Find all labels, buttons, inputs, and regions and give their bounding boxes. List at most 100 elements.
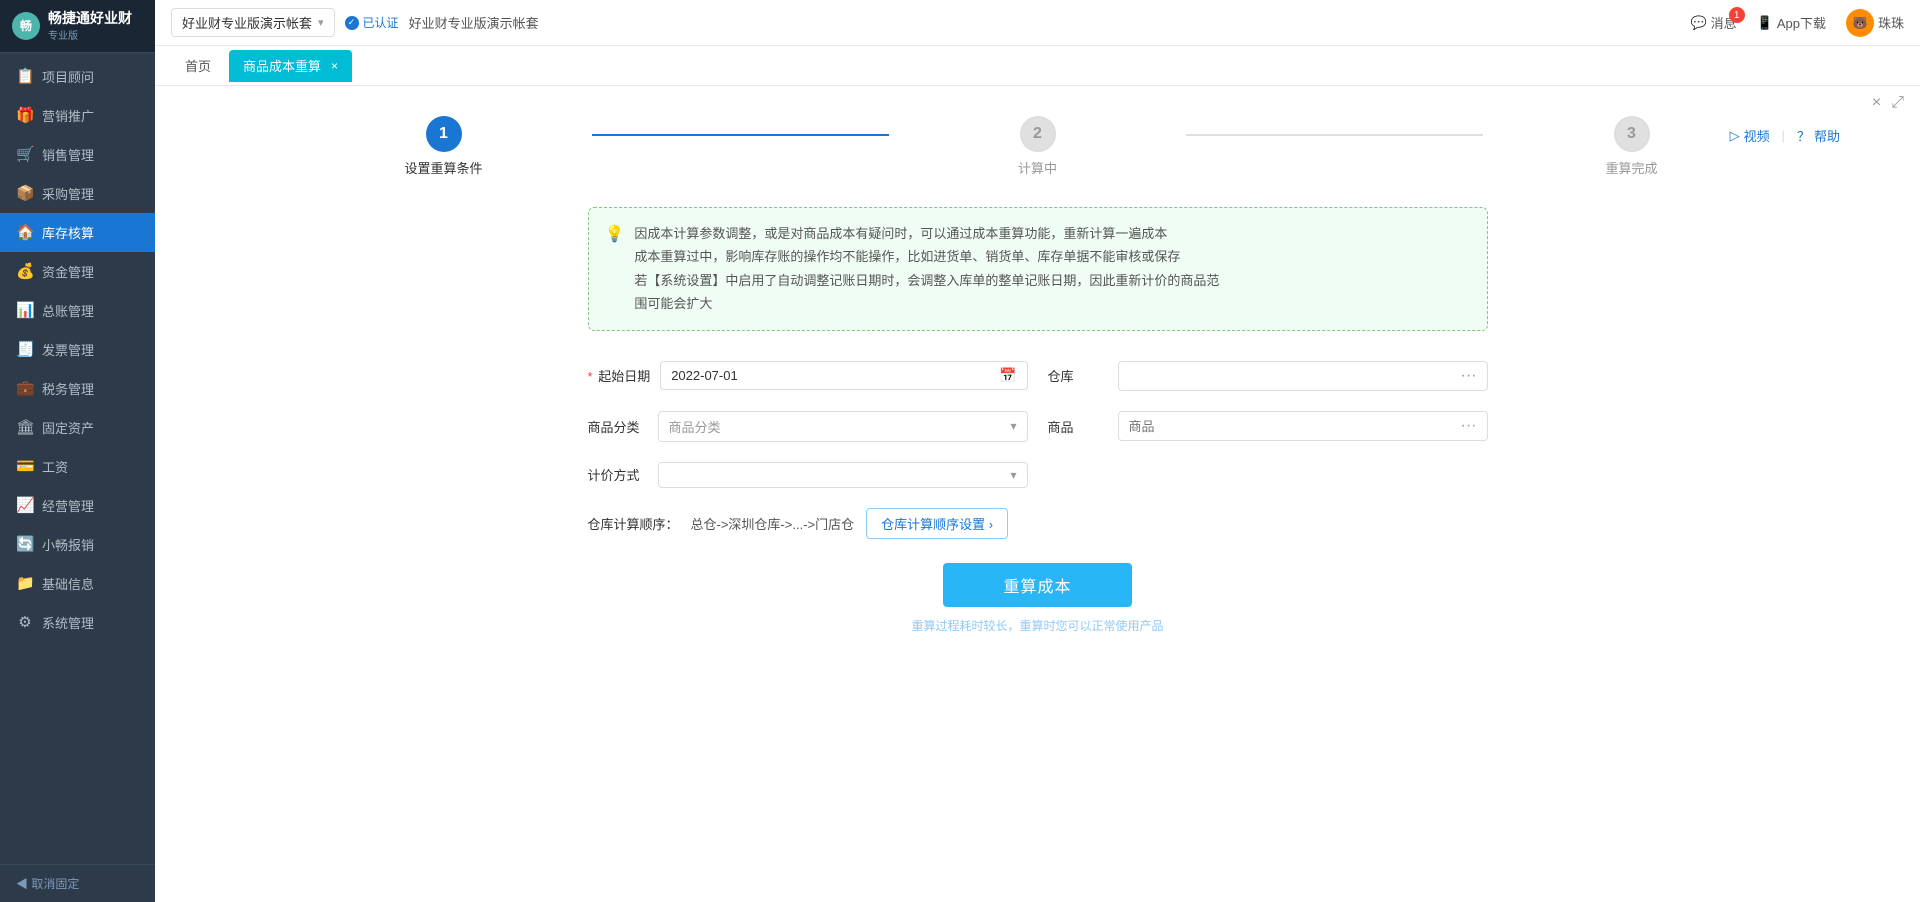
- user-menu[interactable]: 🐻 珠珠: [1846, 9, 1904, 37]
- sidebar-item-accounting[interactable]: 📊 总账管理: [0, 291, 155, 330]
- step-1-label: 设置重算条件: [404, 158, 482, 177]
- recalc-button[interactable]: 重算成本: [943, 563, 1131, 607]
- pricing-chevron-icon: ▾: [1010, 468, 1016, 482]
- sidebar-item-label: 资金管理: [42, 262, 94, 281]
- sidebar-item-assets[interactable]: 🏛 固定资产: [0, 408, 155, 447]
- start-date-label: * 起始日期: [588, 366, 651, 385]
- tab-recalc[interactable]: 商品成本重算 ×: [229, 50, 352, 82]
- category-group: 商品分类 商品分类 ▾: [588, 411, 1028, 442]
- topbar: 好业财专业版演示帐套 ▾ ✓ 已认证 好业财专业版演示帐套 💬 消息 1 📱 A…: [155, 0, 1920, 46]
- form-area: * 起始日期 📅 仓库 ···: [588, 361, 1488, 634]
- phone-icon: 📱: [1757, 15, 1773, 31]
- form-row-1: * 起始日期 📅 仓库 ···: [588, 361, 1488, 391]
- inventory-icon: 🏠: [16, 223, 34, 241]
- company-name: 好业财专业版演示帐套: [409, 13, 539, 32]
- sidebar: 畅 畅捷通好业财 专业版 📋 项目顾问 🎁 营销推广 🛒 销售管理 📦 采购管理…: [0, 0, 155, 902]
- sidebar-item-label: 项目顾问: [42, 67, 94, 86]
- form-row-2: 商品分类 商品分类 ▾ 商品 ···: [588, 411, 1488, 442]
- calc-order-value: 总仓->深圳仓库->...->门店仓: [691, 514, 855, 533]
- app-logo: 畅: [12, 12, 40, 40]
- app-name: 畅捷通好业财: [48, 10, 132, 27]
- user-name: 珠珠: [1878, 13, 1904, 32]
- sales-icon: 🛒: [16, 145, 34, 163]
- step-3-circle: 3: [1614, 116, 1650, 152]
- marketing-icon: 🎁: [16, 106, 34, 124]
- message-button[interactable]: 💬 消息 1: [1690, 13, 1736, 32]
- calc-order-settings-button[interactable]: 仓库计算顺序设置 ›: [866, 508, 1008, 539]
- verified-icon: ✓: [345, 16, 359, 30]
- category-select[interactable]: 商品分类 ▾: [658, 411, 1028, 442]
- category-placeholder: 商品分类: [669, 417, 1005, 436]
- info-line-1: 因成本计算参数调整，或是对商品成本有疑问时，可以通过成本重算功能，重新计算一遍成…: [634, 222, 1219, 245]
- step-3-label: 重算完成: [1605, 158, 1657, 177]
- pricing-select[interactable]: ▾: [658, 462, 1028, 488]
- sidebar-item-tax[interactable]: 💼 税务管理: [0, 369, 155, 408]
- start-date-input-wrap[interactable]: 📅: [660, 361, 1027, 390]
- window-expand-icon[interactable]: ⤢: [1891, 94, 1904, 112]
- start-date-input[interactable]: [671, 368, 993, 383]
- help-link[interactable]: ？ 帮助: [1797, 126, 1840, 145]
- tab-home-label: 首页: [185, 56, 211, 75]
- sidebar-item-invoice[interactable]: 🧾 发票管理: [0, 330, 155, 369]
- sidebar-item-label: 总账管理: [42, 301, 94, 320]
- step-line-2: [1186, 134, 1483, 136]
- steps-wrapper: 1 设置重算条件 2 计算中 3 重算完成 ▷ 视频: [195, 116, 1880, 177]
- sidebar-item-sales[interactable]: 🛒 销售管理: [0, 135, 155, 174]
- play-icon: ▷: [1730, 128, 1740, 144]
- window-close-icon[interactable]: ×: [1872, 94, 1881, 112]
- tab-recalc-close-icon[interactable]: ×: [331, 59, 338, 73]
- sidebar-item-finance[interactable]: 💰 资金管理: [0, 252, 155, 291]
- info-box: 💡 因成本计算参数调整，或是对商品成本有疑问时，可以通过成本重算功能，重新计算一…: [588, 207, 1488, 331]
- video-link[interactable]: ▷ 视频: [1730, 126, 1770, 145]
- assets-icon: 🏛: [16, 418, 34, 436]
- sidebar-footer-unpin[interactable]: ◀ 取消固定: [0, 864, 155, 902]
- sidebar-item-inventory[interactable]: 🏠 库存核算: [0, 213, 155, 252]
- sidebar-item-purchase[interactable]: 📦 采购管理: [0, 174, 155, 213]
- step-1-circle: 1: [426, 116, 462, 152]
- project-icon: 📋: [16, 67, 34, 85]
- sidebar-item-basic[interactable]: 📁 基础信息: [0, 564, 155, 603]
- tab-recalc-label: 商品成本重算: [243, 56, 321, 75]
- account-selector[interactable]: 好业财专业版演示帐套 ▾: [171, 8, 335, 37]
- sidebar-item-system[interactable]: ⚙ 系统管理: [0, 603, 155, 642]
- product-input[interactable]: [1129, 419, 1455, 434]
- app-download-label: App下载: [1777, 13, 1826, 32]
- step-2-label: 计算中: [1018, 158, 1057, 177]
- product-group: 商品 ···: [1048, 411, 1488, 441]
- sidebar-item-salary[interactable]: 💳 工资: [0, 447, 155, 486]
- tax-icon: 💼: [16, 379, 34, 397]
- recalc-hint: 重算过程耗时较长，重算时您可以正常使用产品: [911, 617, 1163, 634]
- calendar-icon[interactable]: 📅: [999, 367, 1016, 384]
- warehouse-input-wrap[interactable]: ···: [1118, 361, 1488, 391]
- window-controls: × ⤢: [1872, 94, 1904, 112]
- account-chevron-icon: ▾: [318, 16, 324, 29]
- warehouse-input[interactable]: [1129, 368, 1455, 383]
- video-label: 视频: [1744, 126, 1770, 145]
- account-name: 好业财专业版演示帐套: [182, 13, 312, 32]
- sidebar-nav: 📋 项目顾问 🎁 营销推广 🛒 销售管理 📦 采购管理 🏠 库存核算 💰 资金管…: [0, 53, 155, 864]
- tab-home[interactable]: 首页: [171, 50, 225, 82]
- calc-order-row: 仓库计算顺序： 总仓->深圳仓库->...->门店仓 仓库计算顺序设置 ›: [588, 508, 1488, 539]
- step-2-circle: 2: [1020, 116, 1056, 152]
- form-row-3: 计价方式 ▾: [588, 462, 1488, 488]
- expense-icon: 🔄: [16, 535, 34, 553]
- sidebar-item-project[interactable]: 📋 项目顾问: [0, 57, 155, 96]
- purchase-icon: 📦: [16, 184, 34, 202]
- sidebar-item-expense[interactable]: 🔄 小畅报销: [0, 525, 155, 564]
- sidebar-item-operations[interactable]: 📈 经营管理: [0, 486, 155, 525]
- info-icon: 💡: [605, 224, 625, 316]
- sidebar-item-label: 固定资产: [42, 418, 94, 437]
- main-btn-area: 重算成本 重算过程耗时较长，重算时您可以正常使用产品: [588, 563, 1488, 634]
- product-dots-icon[interactable]: ···: [1461, 417, 1477, 435]
- sidebar-item-marketing[interactable]: 🎁 营销推广: [0, 96, 155, 135]
- page-content: × ⤢ 1 设置重算条件 2 计算中 3 重算完成: [155, 86, 1920, 902]
- warehouse-dots-icon[interactable]: ···: [1461, 367, 1477, 385]
- message-icon: 💬: [1690, 15, 1706, 31]
- app-download-button[interactable]: 📱 App下载: [1757, 13, 1826, 32]
- product-label: 商品: [1048, 417, 1108, 436]
- step-2: 2 计算中: [889, 116, 1186, 177]
- product-input-wrap[interactable]: ···: [1118, 411, 1488, 441]
- topbar-actions: 💬 消息 1 📱 App下载 🐻 珠珠: [1690, 9, 1904, 37]
- tabs-bar: 首页 商品成本重算 ×: [155, 46, 1920, 86]
- divider: |: [1782, 128, 1785, 143]
